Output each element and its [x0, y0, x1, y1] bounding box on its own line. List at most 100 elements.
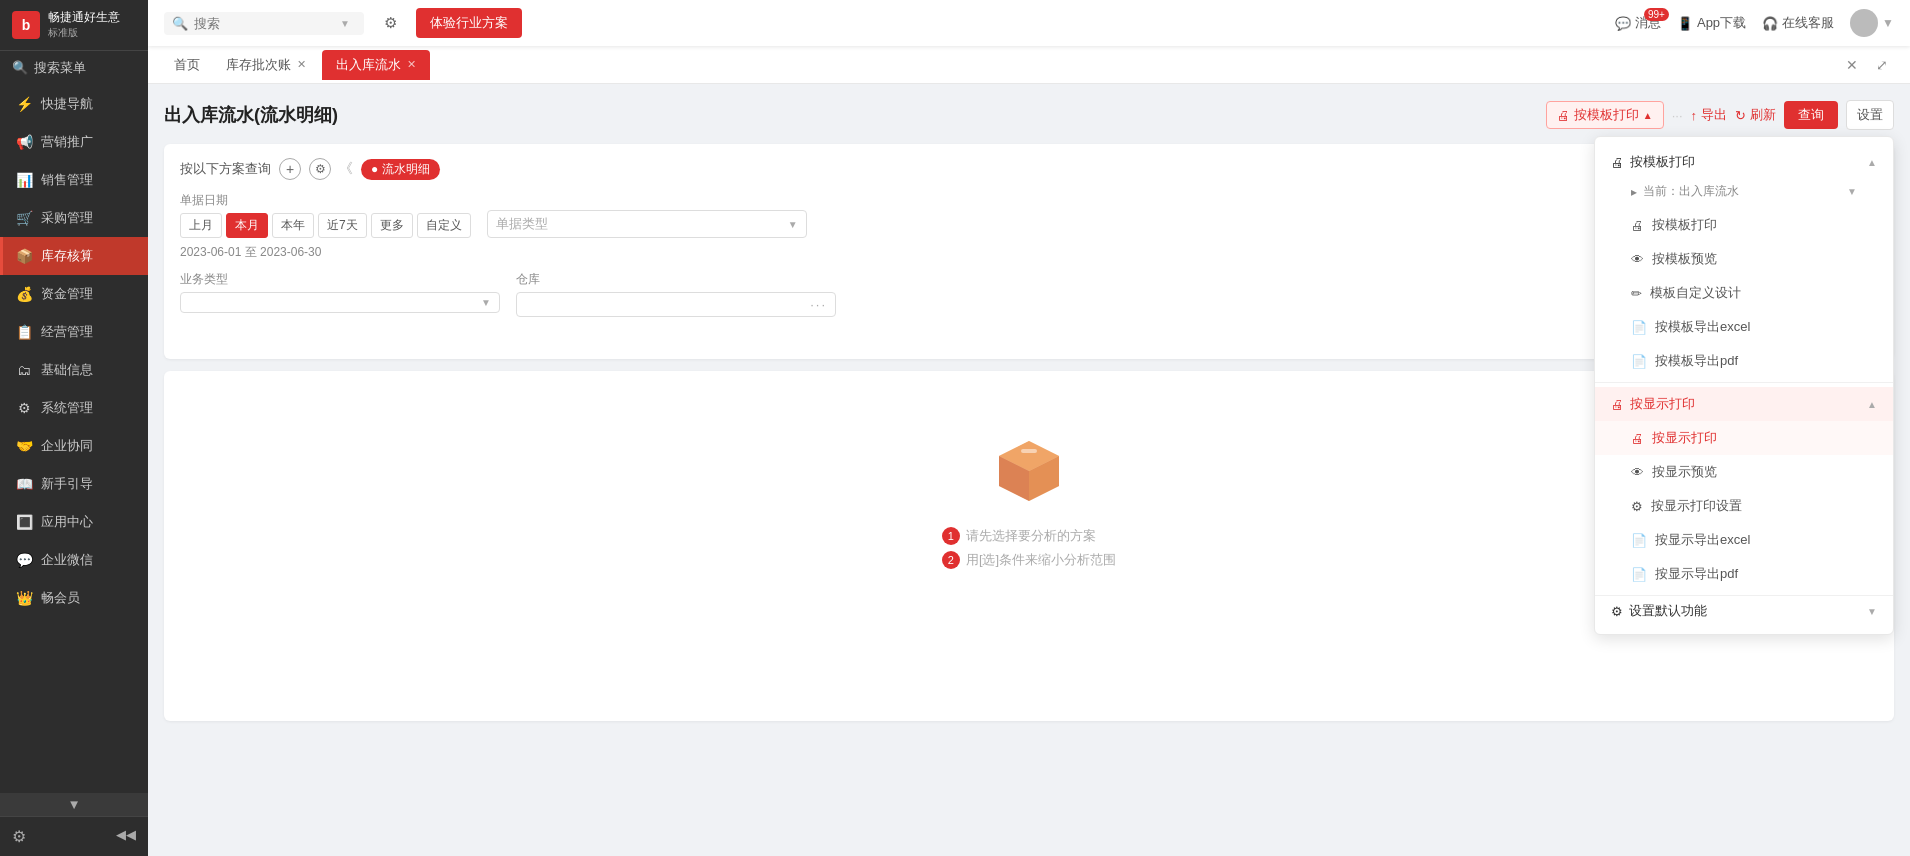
filter-date-field: 单据日期 上月 本月 本年 近7天 更多 自定义 2023-06-01 至 20…: [180, 192, 471, 261]
dropdown-template-excel-label: 按模板导出excel: [1655, 318, 1750, 336]
sidebar-item-enterprise[interactable]: 🤝 企业协同: [0, 427, 148, 465]
filter-warehouse-field: 仓库 ···: [516, 271, 836, 317]
dropdown-display-settings-label: 按显示打印设置: [1651, 497, 1742, 515]
window-maximize-btn[interactable]: ⤢: [1870, 53, 1894, 77]
online-service-btn[interactable]: 🎧 在线客服: [1762, 14, 1834, 32]
sales-icon: 📊: [15, 171, 33, 189]
tab-flow-close[interactable]: ✕: [407, 58, 416, 71]
dropdown-template-preview[interactable]: 👁 按模板预览: [1595, 242, 1893, 276]
date-btn-more[interactable]: 更多: [371, 213, 413, 238]
trial-btn[interactable]: 体验行业方案: [416, 8, 522, 38]
dropdown-template-print[interactable]: 🖨 按模板打印: [1595, 208, 1893, 242]
window-close-btn[interactable]: ✕: [1840, 53, 1864, 77]
sidebar-item-vip[interactable]: 👑 畅会员: [0, 579, 148, 617]
sidebar-item-label: 库存核算: [41, 247, 93, 265]
settings-btn[interactable]: 设置: [1846, 100, 1894, 130]
sidebar-item-label: 经营管理: [41, 323, 93, 341]
sidebar-item-guide[interactable]: 📖 新手引导: [0, 465, 148, 503]
tab-batch-account[interactable]: 库存批次账 ✕: [212, 50, 320, 80]
business-type-arrow: ▼: [481, 297, 491, 308]
dropdown-template-custom[interactable]: ✏ 模板自定义设计: [1595, 276, 1893, 310]
filter-business-type-field: 业务类型 ▼: [180, 271, 500, 313]
template-print-btn[interactable]: 🖨 按模板打印 ▲: [1546, 101, 1664, 129]
dropdown-display-print[interactable]: 🖨 按显示打印: [1595, 421, 1893, 455]
tab-flow-label: 出入库流水: [336, 56, 401, 74]
filter-doc-type-select[interactable]: 单据类型 ▼: [487, 210, 807, 238]
filter-setting-btn[interactable]: ⚙: [309, 158, 331, 180]
dropdown-display-arrow: ▲: [1867, 399, 1877, 410]
dropdown-arrow-up: ▲: [1867, 157, 1877, 168]
date-btn-this-month[interactable]: 本月: [226, 213, 268, 238]
date-btn-custom[interactable]: 自定义: [417, 213, 471, 238]
sidebar: b 畅捷通好生意 标准版 🔍 搜索菜单 ⚡ 快捷导航 📢 营销推广 📊 销售管理…: [0, 0, 148, 856]
message-icon: 💬: [1615, 16, 1631, 31]
sidebar-scroll-down[interactable]: ▼: [0, 793, 148, 816]
sidebar-settings-btn[interactable]: ⚙: [12, 827, 26, 846]
dropdown-footer[interactable]: ⚙ 设置默认功能 ▼: [1595, 595, 1893, 626]
filter-tag[interactable]: ● 流水明细: [361, 159, 440, 180]
display-print-icon-2: 🖨: [1611, 397, 1624, 412]
dropdown-template-pdf[interactable]: 📄 按模板导出pdf: [1595, 344, 1893, 378]
message-btn[interactable]: 💬 消息 99+: [1615, 14, 1661, 32]
dropdown-display-settings[interactable]: ⚙ 按显示打印设置: [1595, 489, 1893, 523]
topbar-gear-btn[interactable]: ⚙: [376, 9, 404, 37]
filter-add-btn[interactable]: +: [279, 158, 301, 180]
sidebar-item-inventory[interactable]: 📦 库存核算: [0, 237, 148, 275]
phone-icon: 📱: [1677, 16, 1693, 31]
refresh-label: 刷新: [1750, 106, 1776, 124]
filter-date-options: 上月 本月 本年 近7天 更多 自定义: [180, 213, 471, 238]
filter-warehouse-select[interactable]: ···: [516, 292, 836, 317]
topbar-search-input[interactable]: [194, 16, 334, 31]
tab-flow[interactable]: 出入库流水 ✕: [322, 50, 430, 80]
dropdown-display-excel[interactable]: 📄 按显示导出excel: [1595, 523, 1893, 557]
refresh-btn[interactable]: ↻ 刷新: [1735, 106, 1776, 124]
sidebar-item-sales[interactable]: 📊 销售管理: [0, 161, 148, 199]
sidebar-item-marketing[interactable]: 📢 营销推广: [0, 123, 148, 161]
avatar-img: [1850, 9, 1878, 37]
printer-icon: 🖨: [1557, 108, 1570, 123]
sidebar-item-system[interactable]: ⚙ 系统管理: [0, 389, 148, 427]
sidebar-item-app-center[interactable]: 🔳 应用中心: [0, 503, 148, 541]
date-btn-7days[interactable]: 近7天: [318, 213, 367, 238]
app-download-btn[interactable]: 📱 App下载: [1677, 14, 1746, 32]
sidebar-item-finance[interactable]: 💰 资金管理: [0, 275, 148, 313]
search-input-wrap[interactable]: 🔍 ▼: [164, 12, 364, 35]
query-btn[interactable]: 查询: [1784, 101, 1838, 129]
sidebar-item-basic[interactable]: 🗂 基础信息: [0, 351, 148, 389]
sidebar-search[interactable]: 🔍 搜索菜单: [0, 51, 148, 85]
sidebar-item-label: 系统管理: [41, 399, 93, 417]
sidebar-item-wechat[interactable]: 💬 企业微信: [0, 541, 148, 579]
sidebar-item-purchase[interactable]: 🛒 采购管理: [0, 199, 148, 237]
export-btn[interactable]: ↑ 导出: [1691, 106, 1728, 124]
warehouse-more-dots: ···: [810, 297, 827, 312]
dropdown-template-print-label: 按模板打印: [1652, 216, 1717, 234]
tab-batch-account-close[interactable]: ✕: [297, 58, 306, 71]
enterprise-icon: 🤝: [15, 437, 33, 455]
finance-icon: 💰: [15, 285, 33, 303]
sidebar-item-label: 畅会员: [41, 589, 80, 607]
dropdown-footer-label: 设置默认功能: [1629, 602, 1707, 620]
printer-icon-2: 🖨: [1611, 155, 1624, 170]
sidebar-collapse-btn[interactable]: ◀◀: [116, 827, 136, 846]
quick-nav-icon: ⚡: [15, 95, 33, 113]
dropdown-template-excel[interactable]: 📄 按模板导出excel: [1595, 310, 1893, 344]
dropdown-display-preview[interactable]: 👁 按显示预览: [1595, 455, 1893, 489]
date-btn-last-month[interactable]: 上月: [180, 213, 222, 238]
dropdown-template-title-text: 按模板打印: [1630, 153, 1695, 171]
template-print-arrow-up: ▲: [1643, 110, 1653, 121]
sidebar-item-operation[interactable]: 📋 经营管理: [0, 313, 148, 351]
user-avatar[interactable]: ▼: [1850, 9, 1894, 37]
dropdown-display-pdf[interactable]: 📄 按显示导出pdf: [1595, 557, 1893, 591]
topbar-dropdown-icon[interactable]: ▼: [340, 18, 350, 29]
date-btn-this-year[interactable]: 本年: [272, 213, 314, 238]
sidebar-item-quick-nav[interactable]: ⚡ 快捷导航: [0, 85, 148, 123]
current-label-icon: ▸: [1631, 185, 1637, 199]
dropdown-display-header: 🖨 按显示打印 ▲: [1595, 387, 1893, 421]
page-title: 出入库流水(流水明细): [164, 103, 338, 127]
filter-business-type-select[interactable]: ▼: [180, 292, 500, 313]
filter-collapse-left[interactable]: 《: [339, 160, 353, 178]
template-custom-icon: ✏: [1631, 286, 1642, 301]
tab-home[interactable]: 首页: [164, 50, 210, 80]
online-service-label: 在线客服: [1782, 14, 1834, 32]
filter-title: 按以下方案查询: [180, 160, 271, 178]
